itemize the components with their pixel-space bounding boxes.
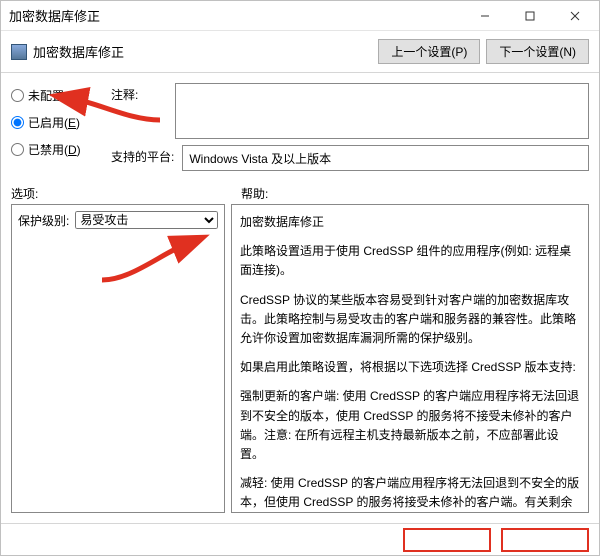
titlebar-buttons bbox=[462, 2, 597, 30]
radio-enabled-label: 已启用(E) bbox=[28, 114, 80, 131]
config-area: 未配置(C) 已启用(E) 已禁用(D) 注释: 支持的平台: Windows … bbox=[1, 73, 599, 181]
panes: 保护级别: 易受攻击 加密数据库修正 此策略设置适用于使用 CredSSP 组件… bbox=[1, 204, 599, 523]
close-button[interactable] bbox=[552, 2, 597, 30]
comment-row: 注释: bbox=[111, 83, 589, 139]
comment-label: 注释: bbox=[111, 83, 167, 103]
supported-value: Windows Vista 及以上版本 bbox=[189, 150, 331, 167]
protection-level-select[interactable]: 易受攻击 bbox=[75, 211, 218, 229]
titlebar: 加密数据库修正 bbox=[1, 1, 599, 31]
maximize-icon bbox=[525, 11, 535, 21]
window: 加密数据库修正 加密数据库修正 上一个设置(P) 下一个设置(N) 未配置(C) bbox=[0, 0, 600, 556]
radio-not-configured-label: 未配置(C) bbox=[28, 87, 81, 104]
help-p2: 此策略设置适用于使用 CredSSP 组件的应用程序(例如: 远程桌面连接)。 bbox=[240, 242, 580, 280]
annotation-box-1 bbox=[403, 528, 491, 552]
help-pane[interactable]: 加密数据库修正 此策略设置适用于使用 CredSSP 组件的应用程序(例如: 远… bbox=[231, 204, 589, 513]
radio-disabled-input[interactable] bbox=[11, 143, 24, 156]
header-row: 加密数据库修正 上一个设置(P) 下一个设置(N) bbox=[1, 31, 599, 73]
help-section-label: 帮助: bbox=[241, 185, 589, 202]
supported-box: Windows Vista 及以上版本 bbox=[182, 145, 589, 171]
policy-icon bbox=[11, 44, 27, 60]
protection-level-label: 保护级别: bbox=[18, 212, 69, 229]
minimize-icon bbox=[480, 11, 490, 21]
next-setting-button[interactable]: 下一个设置(N) bbox=[486, 39, 589, 64]
nav-buttons: 上一个设置(P) 下一个设置(N) bbox=[378, 39, 589, 64]
radio-disabled-label: 已禁用(D) bbox=[28, 141, 81, 158]
prev-setting-button[interactable]: 上一个设置(P) bbox=[378, 39, 480, 64]
options-section-label: 选项: bbox=[11, 185, 241, 202]
minimize-button[interactable] bbox=[462, 2, 507, 30]
footer bbox=[1, 523, 599, 555]
options-pane: 保护级别: 易受攻击 bbox=[11, 204, 225, 513]
help-p5: 强制更新的客户端: 使用 CredSSP 的客户端应用程序将无法回退到不安全的版… bbox=[240, 387, 580, 464]
radio-enabled-input[interactable] bbox=[11, 116, 24, 129]
radio-not-configured[interactable]: 未配置(C) bbox=[11, 87, 101, 104]
close-icon bbox=[570, 11, 580, 21]
supported-row: 支持的平台: Windows Vista 及以上版本 bbox=[111, 145, 589, 171]
protection-level-row: 保护级别: 易受攻击 bbox=[18, 211, 218, 229]
annotation-box-2 bbox=[501, 528, 589, 552]
maximize-button[interactable] bbox=[507, 2, 552, 30]
right-column: 注释: 支持的平台: Windows Vista 及以上版本 bbox=[111, 83, 589, 171]
radio-disabled[interactable]: 已禁用(D) bbox=[11, 141, 101, 158]
help-p1: 加密数据库修正 bbox=[240, 213, 580, 232]
help-p3: CredSSP 协议的某些版本容易受到针对客户端的加密数据库攻击。此策略控制与易… bbox=[240, 291, 580, 349]
section-labels-row: 选项: 帮助: bbox=[1, 181, 599, 204]
window-title: 加密数据库修正 bbox=[9, 6, 462, 25]
header-title: 加密数据库修正 bbox=[33, 42, 378, 61]
prev-setting-label: 上一个设置(P) bbox=[391, 45, 467, 59]
supported-label: 支持的平台: bbox=[111, 145, 174, 165]
help-p6: 减轻: 使用 CredSSP 的客户端应用程序将无法回退到不安全的版本，但使用 … bbox=[240, 474, 580, 513]
comment-textarea[interactable] bbox=[175, 83, 589, 139]
next-setting-label: 下一个设置(N) bbox=[499, 45, 576, 59]
radio-not-configured-input[interactable] bbox=[11, 89, 24, 102]
radio-column: 未配置(C) 已启用(E) 已禁用(D) bbox=[11, 83, 101, 171]
radio-enabled[interactable]: 已启用(E) bbox=[11, 114, 101, 131]
help-p4: 如果启用此策略设置，将根据以下选项选择 CredSSP 版本支持: bbox=[240, 358, 580, 377]
